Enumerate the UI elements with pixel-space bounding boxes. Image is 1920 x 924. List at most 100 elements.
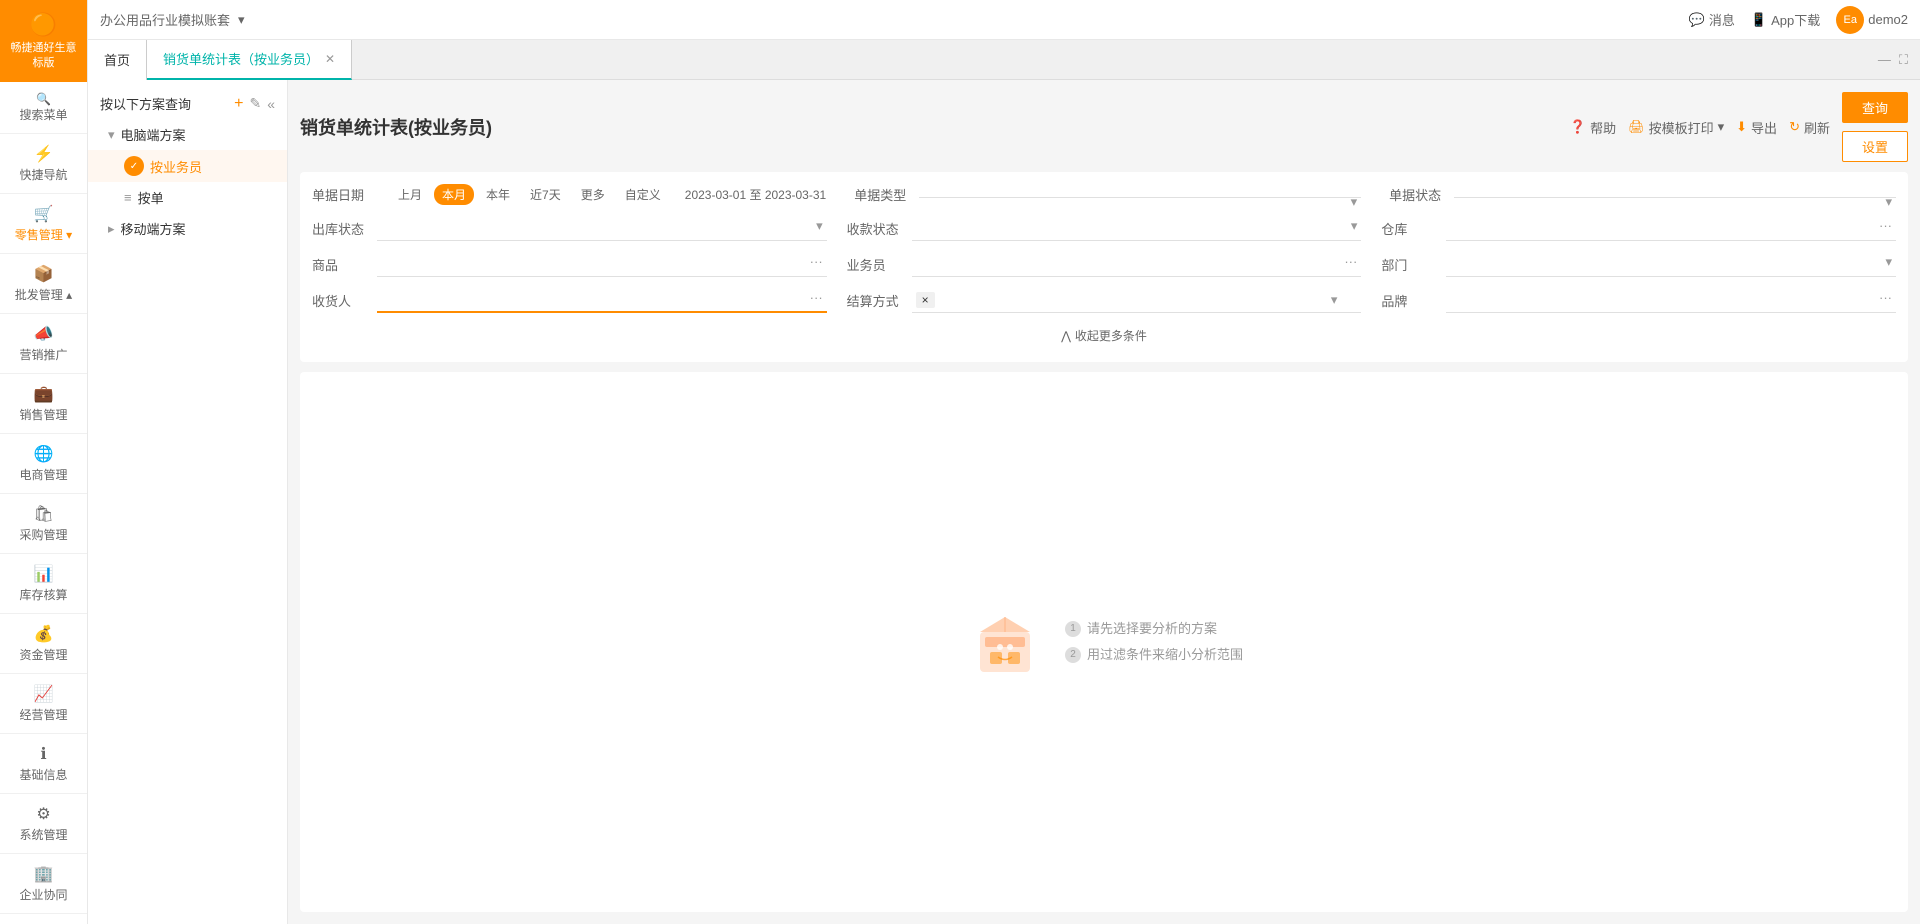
tab-home-label: 首页 — [104, 50, 130, 69]
sidebar-item-basic[interactable]: ℹ 基础信息 — [0, 734, 87, 794]
tab-minimize-icon[interactable]: — — [1878, 52, 1891, 67]
receipt-label: 收款状态 — [847, 219, 912, 238]
product-select[interactable]: ··· — [377, 251, 827, 277]
doc-status-label: 单据状态 — [1389, 185, 1454, 204]
outbound-dropdown-icon: ▾ — [816, 218, 823, 234]
tab-maximize-icon[interactable]: ⛶ — [1899, 52, 1908, 68]
sidebar-item-sales[interactable]: 💼 销售管理 — [0, 374, 87, 434]
refresh-label: 刷新 — [1804, 118, 1830, 137]
salesperson-filter: 业务员 ··· — [847, 251, 1362, 277]
sidebar-item-retail[interactable]: 🛒 零售管理 ▾ — [0, 194, 87, 254]
nav-icon-inventory: 📊 — [5, 564, 82, 584]
finance-label: 资金管理 — [19, 648, 67, 662]
salesperson-dots: ··· — [1344, 254, 1357, 269]
tree-expand-icon-mobile: ▸ — [108, 221, 115, 237]
sidebar-item-newbie[interactable]: 🚀 新手引导 — [0, 914, 87, 924]
refresh-btn[interactable]: ↻ 刷新 — [1789, 118, 1830, 137]
sidebar-item-purchase[interactable]: 🛍 采购管理 — [0, 494, 87, 554]
tab-bar: 首页 销货单统计表（按业务员） ✕ — ⛶ — [88, 40, 1920, 80]
tab-close-icon[interactable]: ✕ — [325, 53, 335, 65]
tree-item-by-order[interactable]: ≡ 按单 — [88, 182, 287, 213]
sidebar-item-ecom[interactable]: 🌐 电商管理 — [0, 434, 87, 494]
print-btn[interactable]: 🖨 按模板打印 ▾ — [1628, 118, 1724, 137]
app-subtitle: 标版 — [33, 57, 55, 69]
page-title-bar: 销货单统计表(按业务员) ❓ 帮助 🖨 按模板打印 ▾ ⬇ 导出 — [300, 92, 1908, 162]
sidebar-item-system[interactable]: ⚙ 系统管理 — [0, 794, 87, 854]
outbound-filter: 出库状态 ▾ — [312, 215, 827, 241]
header-left: 办公用品行业模拟账套 ▾ — [100, 10, 245, 29]
date-tab-more[interactable]: 更多 — [573, 184, 613, 205]
sidebar-item-quick-nav[interactable]: ⚡ 快捷导航 — [0, 134, 87, 194]
user-profile[interactable]: Ea demo2 — [1836, 6, 1908, 34]
consignee-select[interactable]: ··· — [377, 287, 827, 313]
search-icon: 🔍 — [36, 92, 51, 106]
basic-label: 基础信息 — [19, 768, 67, 782]
edit-scheme-icon[interactable]: ✎ — [249, 95, 261, 112]
tip-num-1: 1 — [1065, 621, 1081, 637]
search-menu[interactable]: 🔍 搜索菜单 — [0, 82, 87, 134]
date-tab-this-month[interactable]: 本月 — [434, 184, 474, 205]
sidebar-item-wholesale[interactable]: 📦 批发管理 ▴ — [0, 254, 87, 314]
doc-status-select[interactable]: ▾ — [1454, 191, 1896, 198]
query-button[interactable]: 查询 — [1842, 92, 1908, 123]
department-select[interactable]: ▾ — [1446, 251, 1896, 277]
tree-item-by-salesperson[interactable]: ✓ 按业务员 — [88, 150, 287, 182]
receipt-select[interactable]: ▾ — [912, 215, 1362, 241]
ecom-label: 电商管理 — [19, 468, 67, 482]
doc-type-dropdown-icon: ▾ — [1351, 194, 1358, 210]
date-tab-last-month[interactable]: 上月 — [390, 184, 430, 205]
sidebar-item-ops[interactable]: 📈 经营管理 — [0, 674, 87, 734]
date-tab-7days[interactable]: 近7天 — [522, 184, 569, 205]
collapse-panel-icon[interactable]: « — [267, 96, 275, 112]
tab-sales-stat-label: 销货单统计表（按业务员） — [163, 49, 319, 68]
add-scheme-icon[interactable]: + — [234, 95, 243, 113]
tree-group-mobile[interactable]: ▸ 移动端方案 — [88, 213, 287, 244]
sidebar-item-finance[interactable]: 💰 资金管理 — [0, 614, 87, 674]
app-download-btn[interactable]: 📱 App下载 — [1751, 10, 1820, 29]
filter-row-2: 出库状态 ▾ 收款状态 ▾ 仓库 ··· — [312, 215, 1896, 241]
app-logo: 🟠 畅捷通好生意 标版 — [0, 0, 88, 82]
print-icon: 🖨 — [1628, 119, 1645, 135]
help-btn[interactable]: ❓ 帮助 — [1570, 118, 1616, 137]
payment-tag-close[interactable]: × — [922, 293, 929, 307]
date-tabs: 上月 本月 本年 近7天 更多 自定义 — [390, 184, 669, 205]
nav-icon-marketing: 📣 — [5, 324, 82, 344]
consignee-dots: ··· — [810, 290, 823, 305]
salesperson-label: 业务员 — [847, 255, 912, 274]
export-icon: ⬇ — [1736, 119, 1747, 135]
date-tab-custom[interactable]: 自定义 — [617, 184, 669, 205]
header-dropdown-icon[interactable]: ▾ — [238, 12, 245, 28]
department-filter: 部门 ▾ — [1381, 251, 1896, 277]
empty-state: 1 请先选择要分析的方案 2 用过滤条件来缩小分析范围 — [300, 372, 1908, 912]
tree-group-desktop[interactable]: ▾ 电脑端方案 — [88, 119, 287, 150]
content-area: 按以下方案查询 + ✎ « ▾ 电脑端方案 ✓ 按业务员 ≡ 按单 — [88, 80, 1920, 924]
scheme-salesperson-label: 按业务员 — [150, 157, 202, 176]
setting-button[interactable]: 设置 — [1842, 131, 1908, 162]
purchase-label: 采购管理 — [19, 528, 67, 542]
tab-sales-stat[interactable]: 销货单统计表（按业务员） ✕ — [147, 40, 352, 80]
sidebar-item-inventory[interactable]: 📊 库存核算 — [0, 554, 87, 614]
title-actions: ❓ 帮助 🖨 按模板打印 ▾ ⬇ 导出 ↻ 刷新 — [1570, 92, 1908, 162]
panel-title: 按以下方案查询 — [100, 94, 191, 113]
empty-tips: 1 请先选择要分析的方案 2 用过滤条件来缩小分析范围 — [1065, 616, 1243, 668]
sidebar-item-marketing[interactable]: 📣 营销推广 — [0, 314, 87, 374]
salesperson-select[interactable]: ··· — [912, 251, 1362, 277]
doc-type-select[interactable]: ▾ — [919, 191, 1361, 198]
date-tab-this-year[interactable]: 本年 — [478, 184, 518, 205]
sidebar-item-enterprise[interactable]: 🏢 企业协同 — [0, 854, 87, 914]
date-filter-label: 单据日期 — [312, 185, 382, 204]
brand-select[interactable]: ··· — [1446, 287, 1896, 313]
warehouse-select[interactable]: ··· — [1446, 215, 1896, 241]
collapse-button[interactable]: ⋀ 收起更多条件 — [312, 321, 1896, 350]
export-btn[interactable]: ⬇ 导出 — [1736, 118, 1777, 137]
message-btn[interactable]: 💬 消息 — [1689, 10, 1735, 29]
warehouse-filter: 仓库 ··· — [1381, 215, 1896, 241]
date-range: 2023-03-01 至 2023-03-31 — [685, 186, 826, 203]
outbound-select[interactable]: ▾ — [377, 215, 827, 241]
system-label: 系统管理 — [19, 828, 67, 842]
tab-home[interactable]: 首页 — [88, 40, 147, 80]
payment-select[interactable]: × ▾ — [912, 287, 1362, 313]
scheme-order-label: 按单 — [138, 188, 164, 207]
brand-dots: ··· — [1879, 290, 1892, 305]
product-dots: ··· — [810, 254, 823, 269]
